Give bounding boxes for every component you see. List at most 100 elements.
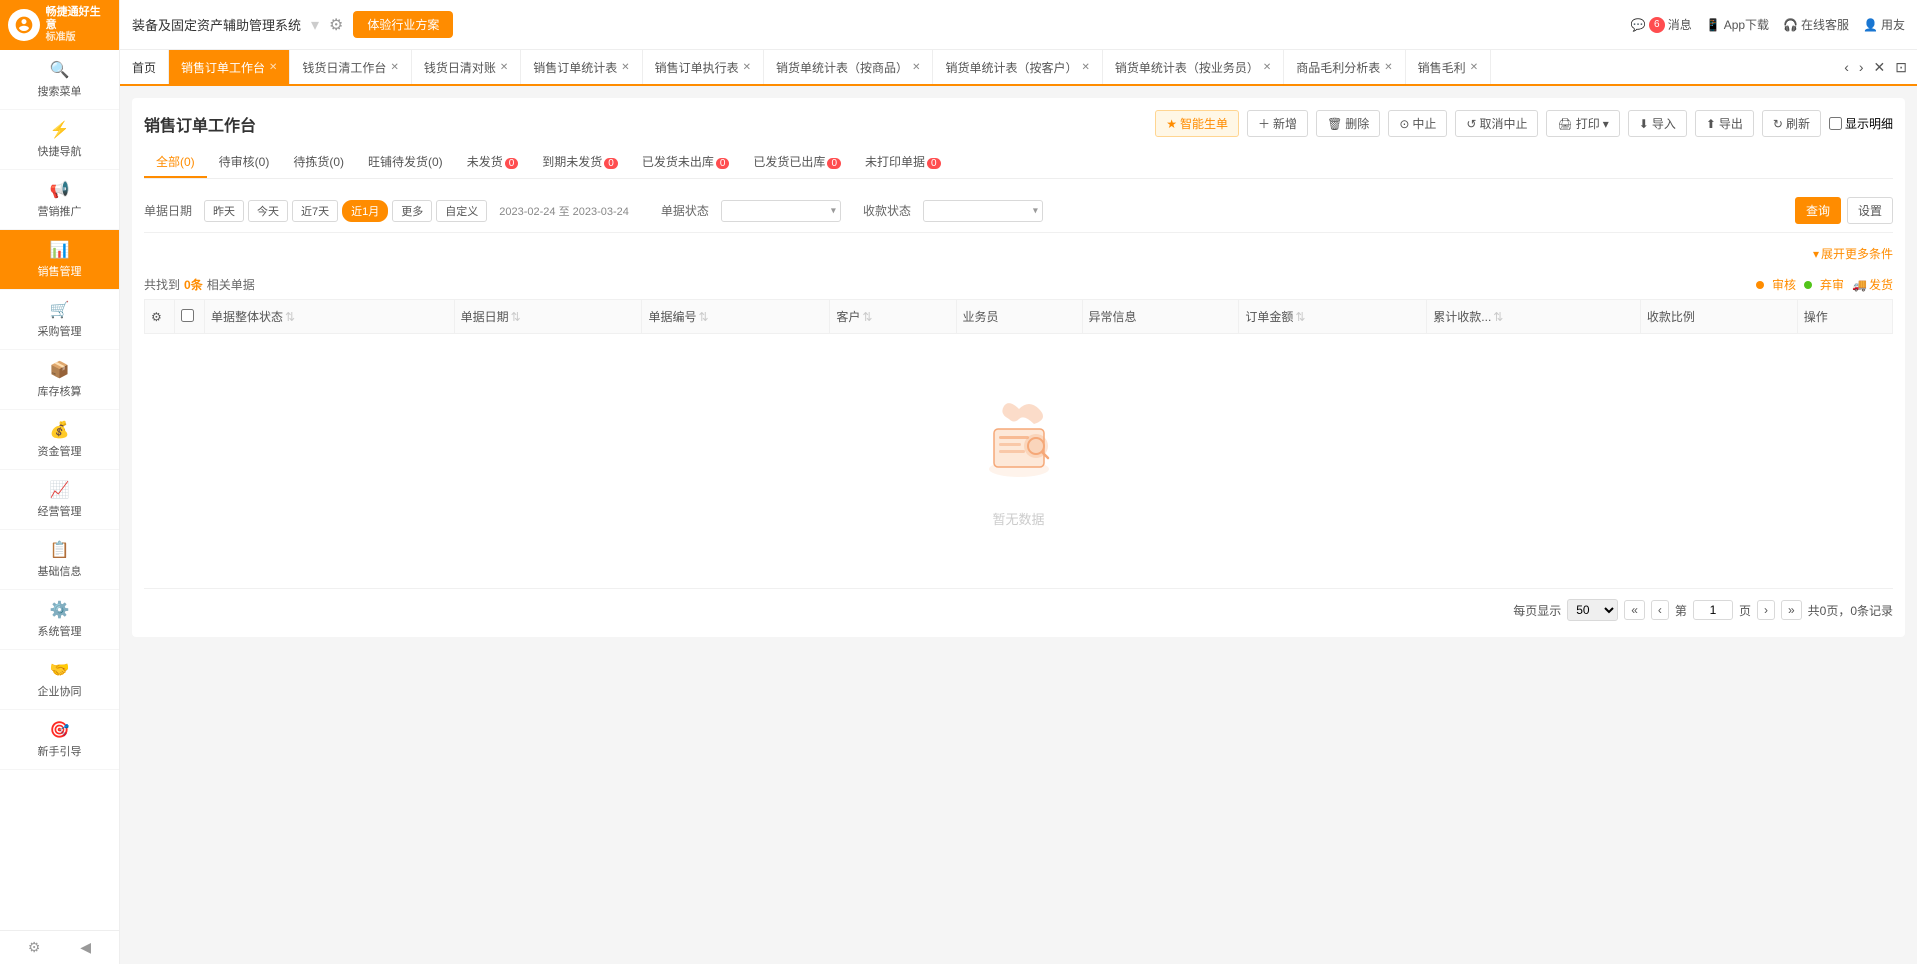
next-page-btn[interactable]: › (1757, 600, 1775, 620)
tab-next-btn[interactable]: › (1855, 57, 1868, 77)
subtab-overdue[interactable]: 到期未发货0 (530, 147, 630, 178)
filter-today[interactable]: 今天 (248, 200, 288, 222)
col-settings-icon[interactable]: ⚙ (151, 310, 162, 324)
close-tab-sales-summary-product[interactable]: ✕ (912, 62, 920, 73)
payment-select[interactable] (923, 200, 1043, 222)
money-icon: 💰 (50, 420, 70, 440)
filter-settings-btn[interactable]: 设置 (1847, 197, 1893, 224)
select-all-checkbox[interactable] (181, 309, 194, 322)
subtab-unprinted[interactable]: 未打印单据0 (853, 147, 953, 178)
prev-page-btn[interactable]: ‹ (1651, 600, 1669, 620)
tab-home[interactable]: 首页 (120, 50, 169, 85)
refresh-btn[interactable]: ↻ 刷新 (1762, 110, 1821, 137)
tab-sales-execute[interactable]: 销售订单执行表 ✕ (643, 50, 764, 85)
print-btn[interactable]: 🖨 打印 ▾ (1546, 110, 1619, 137)
show-detail-checkbox[interactable] (1829, 117, 1842, 130)
message-icon: 💬 (1631, 18, 1646, 32)
sidebar-item-marketing[interactable]: 📢 营销推广 (0, 170, 119, 230)
close-tab-sales-summary-staff[interactable]: ✕ (1263, 62, 1271, 73)
subtab-pending[interactable]: 待审核(0) (207, 147, 282, 178)
tab-sales-profit[interactable]: 销售毛利 ✕ (1406, 50, 1491, 85)
filter-more[interactable]: 更多 (392, 200, 432, 222)
col-check (175, 300, 205, 334)
close-tab-sales-execute[interactable]: ✕ (743, 62, 751, 73)
tab-cash-reconcile[interactable]: 钱货日清对账 ✕ (412, 50, 521, 85)
status-select[interactable] (721, 200, 841, 222)
import-btn[interactable]: ⬇ 导入 (1628, 110, 1687, 137)
tab-expand-btn[interactable]: ⊡ (1891, 57, 1911, 78)
close-tab-sales-summary-customer[interactable]: ✕ (1081, 62, 1089, 73)
delete-btn[interactable]: 🗑 删除 (1316, 110, 1380, 137)
close-tab-sales-workbench[interactable]: ✕ (269, 62, 277, 73)
collapse-icon[interactable]: ◀ (80, 939, 91, 956)
sidebar-item-purchase[interactable]: 🛒 采购管理 (0, 290, 119, 350)
settings-btn[interactable]: ⚙ (329, 15, 343, 35)
filter-custom[interactable]: 自定义 (436, 200, 487, 222)
col-exception: 异常信息 (1082, 300, 1239, 334)
per-page-select[interactable]: 10 20 50 100 (1567, 599, 1618, 621)
sidebar-item-guide[interactable]: 🎯 新手引导 (0, 710, 119, 770)
close-tab-sales-profit[interactable]: ✕ (1470, 62, 1478, 73)
show-detail-label[interactable]: 显示明细 (1829, 115, 1893, 132)
industry-solution-btn[interactable]: 体验行业方案 (353, 11, 453, 38)
last-page-btn[interactable]: » (1781, 600, 1802, 620)
tab-sales-stats[interactable]: 销售订单统计表 ✕ (521, 50, 642, 85)
query-btn[interactable]: 查询 (1795, 197, 1841, 224)
page-input[interactable] (1693, 600, 1733, 620)
app-logo: 畅捷通好生意 标准版 (0, 0, 119, 50)
subtab-pending-inspect[interactable]: 待拣货(0) (281, 147, 356, 178)
title-dropdown-icon[interactable]: ▾ (311, 15, 319, 35)
sidebar-item-quick-nav[interactable]: ⚡ 快捷导航 (0, 110, 119, 170)
tab-cash-daily[interactable]: 钱货日清工作台 ✕ (290, 50, 411, 85)
sidebar-item-cooperation[interactable]: 🤝 企业协同 (0, 650, 119, 710)
sidebar-item-search[interactable]: 🔍 搜索菜单 (0, 50, 119, 110)
cart-icon: 🛒 (50, 300, 70, 320)
tab-sales-summary-product[interactable]: 销货单统计表（按商品） ✕ (764, 50, 933, 85)
tab-sales-summary-staff[interactable]: 销货单统计表（按业务员） ✕ (1103, 50, 1284, 85)
tab-sales-summary-customer[interactable]: 销货单统计表（按客户） ✕ (933, 50, 1102, 85)
close-tab-cash-daily[interactable]: ✕ (390, 62, 398, 73)
main-area: 装备及固定资产辅助管理系统 ▾ ⚙ 体验行业方案 💬 6 消息 📱 App下载 … (120, 0, 1917, 964)
message-btn[interactable]: 💬 6 消息 (1631, 16, 1692, 33)
logo-icon (8, 9, 40, 41)
close-tab-sales-stats[interactable]: ✕ (621, 62, 629, 73)
export-btn[interactable]: ⬆ 导出 (1695, 110, 1754, 137)
subtab-shipped-stocked[interactable]: 已发货已出库0 (741, 147, 853, 178)
col-status: 单据整体状态⇅ (205, 300, 455, 334)
online-service-btn[interactable]: 🎧 在线客服 (1783, 16, 1849, 33)
reject-btn[interactable]: 弃审 (1820, 276, 1844, 293)
sidebar-item-operation[interactable]: 📈 经营管理 (0, 470, 119, 530)
handshake-icon: 🤝 (50, 660, 70, 680)
tab-prev-btn[interactable]: ‹ (1840, 57, 1853, 77)
ship-btn[interactable]: 🚚 发货 (1852, 276, 1893, 293)
user-menu[interactable]: 👤 用友 (1863, 16, 1905, 33)
tab-product-margin[interactable]: 商品毛利分析表 ✕ (1284, 50, 1405, 85)
subtab-all[interactable]: 全部(0) (144, 147, 207, 178)
sidebar-item-sales[interactable]: 📊 销售管理 (0, 230, 119, 290)
filter-yesterday[interactable]: 昨天 (204, 200, 244, 222)
filter-7days[interactable]: 近7天 (292, 200, 338, 222)
page-actions: ★ 智能生单 ＋ 新增 🗑 删除 ⊙ 中止 (1155, 110, 1893, 137)
subtab-wangpu[interactable]: 旺铺待发货(0) (356, 147, 455, 178)
sidebar-item-basic[interactable]: 📋 基础信息 (0, 530, 119, 590)
app-download-btn[interactable]: 📱 App下载 (1706, 16, 1769, 33)
subtab-shipped-unstock[interactable]: 已发货未出库0 (630, 147, 742, 178)
add-btn[interactable]: ＋ 新增 (1247, 110, 1308, 137)
settings-icon[interactable]: ⚙ (28, 939, 41, 956)
page-title-row: 销售订单工作台 ★ 智能生单 ＋ 新增 🗑 删除 ⊙ (144, 110, 1893, 137)
sidebar-item-inventory[interactable]: 📦 库存核算 (0, 350, 119, 410)
tab-sales-workbench[interactable]: 销售订单工作台 ✕ (169, 50, 290, 85)
filter-1month[interactable]: 近1月 (342, 200, 388, 222)
first-page-btn[interactable]: « (1624, 600, 1645, 620)
close-tab-cash-reconcile[interactable]: ✕ (500, 62, 508, 73)
stop-btn[interactable]: ⊙ 中止 (1388, 110, 1447, 137)
cancel-stop-btn[interactable]: ↺ 取消中止 (1455, 110, 1538, 137)
sidebar-item-system[interactable]: ⚙️ 系统管理 (0, 590, 119, 650)
sidebar-item-finance[interactable]: 💰 资金管理 (0, 410, 119, 470)
close-tab-product-margin[interactable]: ✕ (1384, 62, 1392, 73)
smart-create-btn[interactable]: ★ 智能生单 (1155, 110, 1239, 137)
expand-btn[interactable]: ▾ 展开更多条件 (1813, 245, 1893, 262)
tab-close-all-btn[interactable]: ✕ (1870, 57, 1890, 78)
audit-btn[interactable]: 审核 (1772, 276, 1796, 293)
subtab-unshipped[interactable]: 未发货0 (455, 147, 531, 178)
